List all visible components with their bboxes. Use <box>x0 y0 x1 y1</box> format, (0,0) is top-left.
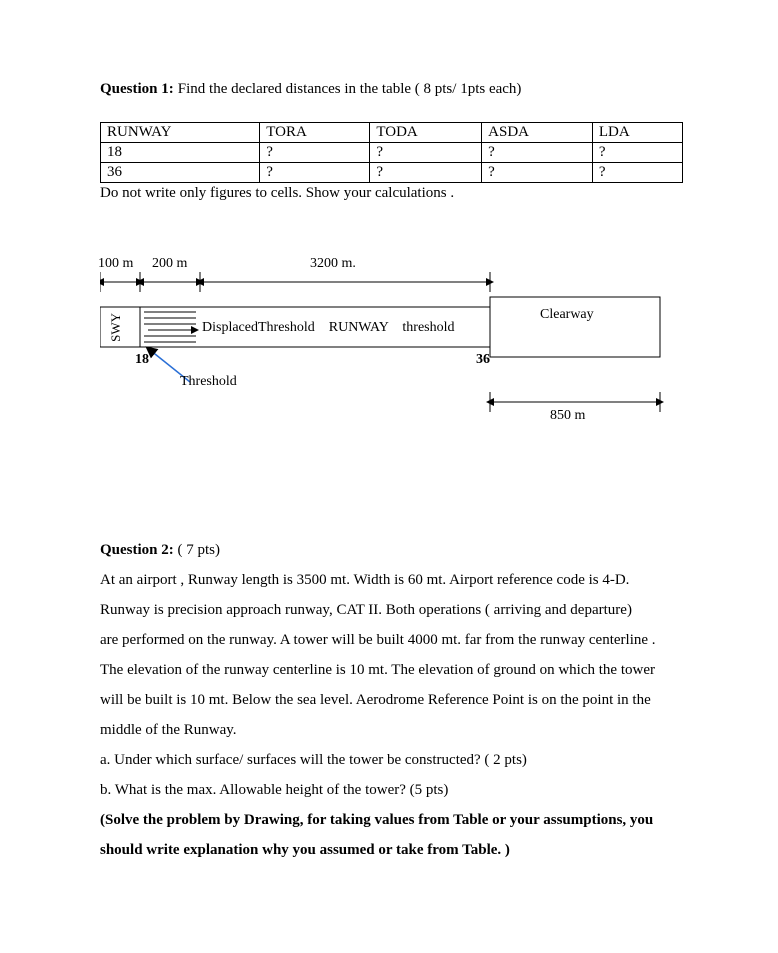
cell: ? <box>260 163 370 183</box>
dim-200m: 200 m <box>152 256 187 272</box>
q2-line: The elevation of the runway centerline i… <box>100 658 683 682</box>
dim-3200m: 3200 m. <box>310 256 356 272</box>
q2-title: Question 2: <box>100 542 174 558</box>
swy-label: SWY <box>108 313 124 342</box>
cell: ? <box>482 163 593 183</box>
cell: ? <box>370 163 482 183</box>
col-lda: LDA <box>592 123 682 143</box>
q2-line: will be built is 10 mt. Below the sea le… <box>100 688 683 712</box>
col-runway: RUNWAY <box>101 123 260 143</box>
q2-pts: ( 7 pts) <box>178 542 221 558</box>
threshold-right-label: threshold <box>402 320 454 335</box>
q1-note: Do not write only figures to cells. Show… <box>100 185 683 202</box>
q1-prompt: Find the declared distances in the table… <box>178 81 522 97</box>
q2-line: are performed on the runway. A tower wil… <box>100 628 683 652</box>
runway-label: RUNWAY <box>329 320 389 335</box>
col-asda: ASDA <box>482 123 593 143</box>
cell: ? <box>260 143 370 163</box>
declared-distances-table: RUNWAY TORA TODA ASDA LDA 18 ? ? ? ? 36 … <box>100 122 683 183</box>
runway-end-36: 36 <box>476 352 490 368</box>
dim-100m: 100 m <box>98 256 133 272</box>
runway-svg <box>100 252 680 452</box>
cell: 36 <box>101 163 260 183</box>
cell: ? <box>482 143 593 163</box>
question-2: Question 2: ( 7 pts) At an airport , Run… <box>100 538 683 862</box>
q1-title: Question 1: <box>100 81 174 97</box>
table-row: 18 ? ? ? ? <box>101 143 683 163</box>
cell: ? <box>592 143 682 163</box>
clearway-label: Clearway <box>540 307 594 323</box>
threshold-callout: Threshold <box>180 374 237 390</box>
table-header-row: RUNWAY TORA TODA ASDA LDA <box>101 123 683 143</box>
runway-end-18: 18 <box>135 352 149 368</box>
question-1-heading: Question 1: Find the declared distances … <box>100 80 683 98</box>
q2-part-b: b. What is the max. Allowable height of … <box>100 778 683 802</box>
runway-diagram: 100 m 200 m 3200 m. SWY DisplacedThresho… <box>100 252 680 452</box>
q2-solve-line: should write explanation why you assumed… <box>100 838 683 862</box>
cell: ? <box>592 163 682 183</box>
displaced-threshold-label: DisplacedThreshold <box>202 320 315 335</box>
q2-solve-line: (Solve the problem by Drawing, for takin… <box>100 808 683 832</box>
q2-line: middle of the Runway. <box>100 718 683 742</box>
dim-850m: 850 m <box>550 408 585 424</box>
table-row: 36 ? ? ? ? <box>101 163 683 183</box>
col-tora: TORA <box>260 123 370 143</box>
cell: 18 <box>101 143 260 163</box>
q2-line: At an airport , Runway length is 3500 mt… <box>100 568 683 592</box>
q2-part-a: a. Under which surface/ surfaces will th… <box>100 748 683 772</box>
col-toda: TODA <box>370 123 482 143</box>
cell: ? <box>370 143 482 163</box>
q2-line: Runway is precision approach runway, CAT… <box>100 598 683 622</box>
